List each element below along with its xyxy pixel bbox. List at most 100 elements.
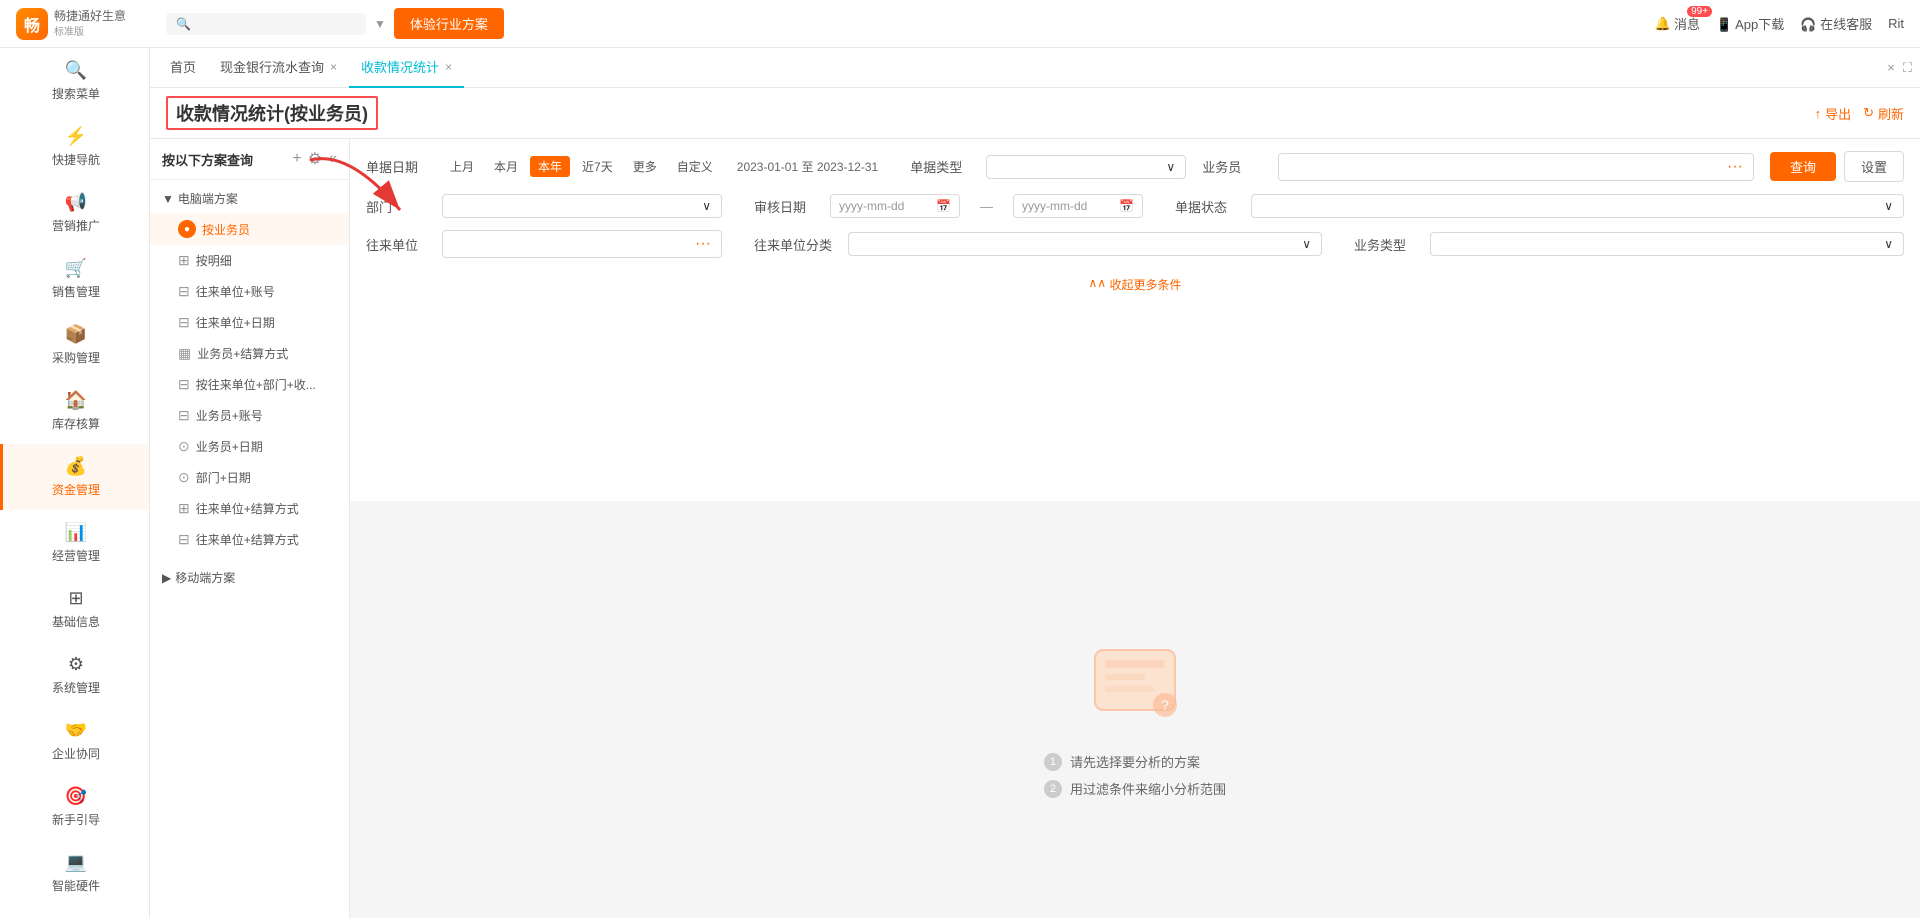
tip-num-1: 1 <box>1044 753 1062 771</box>
notification-area[interactable]: 🔔 消息 99+ <box>1655 14 1700 33</box>
scheme-item-salesperson-date[interactable]: ⊙ 业务员+日期 <box>150 431 349 462</box>
sidebar: 🔍 搜索菜单 ⚡ 快捷导航 📢 营销推广 🛒 销售管理 📦 采购管理 🏠 库存核… <box>0 48 150 918</box>
sidebar-item-collab[interactable]: 🤝 企业协同 <box>0 708 149 774</box>
sales-icon: 🛒 <box>65 258 87 279</box>
trial-btn[interactable]: 体验行业方案 <box>394 8 504 39</box>
scheme-section-desktop-title[interactable]: ▼ 电脑端方案 <box>150 184 349 213</box>
counterpart-category-label: 往来单位分类 <box>754 235 832 254</box>
scheme-panel: 按以下方案查询 + ⚙ « ▼ 电脑端方案 ● <box>150 139 350 918</box>
scheme-item-dept-date[interactable]: ⊙ 部门+日期 <box>150 462 349 493</box>
date-tab-7days[interactable]: 近7天 <box>574 156 621 177</box>
sidebar-item-system[interactable]: ⚙ 系统管理 <box>0 642 149 708</box>
main-content-wrapper: 按以下方案查询 + ⚙ « ▼ 电脑端方案 ● <box>150 139 1920 918</box>
salesperson-more-icon[interactable]: ··· <box>1727 158 1743 176</box>
collapse-row[interactable]: ∧∧ 收起更多条件 <box>366 270 1904 299</box>
sidebar-item-sales[interactable]: 🛒 销售管理 <box>0 246 149 312</box>
review-date-from[interactable]: yyyy-mm-dd 📅 <box>830 194 960 218</box>
scheme-item-salesperson[interactable]: ● 按业务员 <box>150 213 349 245</box>
filter-area: 单据日期 上月 本月 本年 近7天 更多 自定义 2023-01-01 至 20… <box>350 139 1920 501</box>
online-service[interactable]: 🎧 在线客服 <box>1800 14 1872 33</box>
collapse-icon: ∧∧ <box>1089 276 1107 293</box>
tab-bank-flow[interactable]: 现金银行流水查询 × <box>208 48 349 88</box>
salesperson-select[interactable]: ··· <box>1278 153 1754 181</box>
date-tab-custom[interactable]: 自定义 <box>669 156 721 177</box>
sidebar-item-marketing[interactable]: 📢 营销推广 <box>0 180 149 246</box>
scheme-item-salesperson-settle[interactable]: ▦ 业务员+结算方式 <box>150 338 349 369</box>
tab-close-receipt[interactable]: × <box>445 60 452 74</box>
date-tab-more[interactable]: 更多 <box>625 156 665 177</box>
query-btn[interactable]: 查询 <box>1770 152 1836 181</box>
partner-settle1-icon: ⊞ <box>178 500 190 517</box>
setting-btn[interactable]: 设置 <box>1844 151 1904 182</box>
search-bar[interactable]: 🔍 <box>166 13 366 35</box>
content-area: 首页 现金银行流水查询 × 收款情况统计 × × ⛶ 收款情况统计(按业务员) <box>150 48 1920 918</box>
basic-info-icon: ⊞ <box>68 588 83 609</box>
biz-type-select[interactable]: ∨ <box>1430 232 1904 256</box>
logo-icon: 畅 <box>16 8 48 40</box>
counterpart-category-select[interactable]: ∨ <box>848 232 1322 256</box>
close-all-tabs-icon[interactable]: × <box>1887 60 1895 75</box>
date-separator: — <box>976 199 997 214</box>
scheme-add-icon[interactable]: + <box>292 150 301 168</box>
sidebar-item-quicknav[interactable]: ⚡ 快捷导航 <box>0 114 149 180</box>
collapse-label: 收起更多条件 <box>1109 276 1181 293</box>
search-icon: 🔍 <box>176 17 191 31</box>
sidebar-item-operations[interactable]: 📊 经营管理 <box>0 510 149 576</box>
scheme-item-salesperson-account[interactable]: ⊟ 业务员+账号 <box>150 400 349 431</box>
scheme-header: 按以下方案查询 + ⚙ « <box>150 139 349 180</box>
doc-type-select[interactable]: ∨ <box>986 155 1186 179</box>
scheme-item-detail[interactable]: ⊞ 按明细 <box>150 245 349 276</box>
date-tab-this-year[interactable]: 本年 <box>530 156 570 177</box>
date-tab-last-month[interactable]: 上月 <box>442 156 482 177</box>
sidebar-item-search[interactable]: 🔍 搜索菜单 <box>0 48 149 114</box>
scheme-item-partner-dept[interactable]: ⊟ 按往来单位+部门+收... <box>150 369 349 400</box>
scheme-item-partner-settle2[interactable]: ⊟ 往来单位+结算方式 <box>150 524 349 555</box>
tab-close-bank[interactable]: × <box>330 60 337 74</box>
maximize-icon[interactable]: ⛶ <box>1903 60 1912 76</box>
scheme-item-partner-date[interactable]: ⊟ 往来单位+日期 <box>150 307 349 338</box>
export-icon: ↑ <box>1815 106 1822 121</box>
sidebar-item-basic-info[interactable]: ⊞ 基础信息 <box>0 576 149 642</box>
counterpart-label: 往来单位 <box>366 235 426 254</box>
sidebar-item-guide[interactable]: 🎯 新手引导 <box>0 774 149 840</box>
right-panel: 单据日期 上月 本月 本年 近7天 更多 自定义 2023-01-01 至 20… <box>350 139 1920 918</box>
tip-text-2: 用过滤条件来缩小分析范围 <box>1070 779 1226 798</box>
refresh-btn[interactable]: ↻ 刷新 <box>1863 104 1904 123</box>
dept-select[interactable]: ∨ <box>442 194 722 218</box>
sidebar-item-label: 营销推广 <box>52 217 100 234</box>
sidebar-item-label: 快捷导航 <box>52 151 100 168</box>
tab-home[interactable]: 首页 <box>158 48 208 88</box>
download-icon: 📱 <box>1716 17 1732 32</box>
scheme-section-mobile-title[interactable]: ▶ 移动端方案 <box>150 563 349 592</box>
scheme-item-partner-account[interactable]: ⊟ 往来单位+账号 <box>150 276 349 307</box>
scheme-item-partner-settle1[interactable]: ⊞ 往来单位+结算方式 <box>150 493 349 524</box>
tab-actions: × ⛶ <box>1887 60 1912 76</box>
sidebar-item-finance[interactable]: 💰 资金管理 <box>0 444 149 510</box>
operations-icon: 📊 <box>65 522 87 543</box>
scheme-settings-icon[interactable]: ⚙ <box>308 149 322 169</box>
doc-status-select[interactable]: ∨ <box>1251 194 1904 218</box>
counterpart-select[interactable]: ··· <box>442 230 722 258</box>
detail-icon: ⊞ <box>178 252 190 269</box>
quicknav-icon: ⚡ <box>65 126 87 147</box>
tab-receipt-stats[interactable]: 收款情况统计 × <box>349 48 464 88</box>
export-btn[interactable]: ↑ 导出 <box>1815 104 1852 123</box>
category-chevron-icon: ∨ <box>1302 237 1311 251</box>
partner-date-icon: ⊟ <box>178 314 190 331</box>
user-name[interactable]: Rit <box>1888 16 1904 31</box>
sidebar-item-inventory[interactable]: 🏠 库存核算 <box>0 378 149 444</box>
search-icon: 🔍 <box>65 60 87 81</box>
review-date-to[interactable]: yyyy-mm-dd 📅 <box>1013 194 1143 218</box>
app-download[interactable]: 📱 App下载 <box>1716 14 1784 33</box>
sidebar-item-hardware[interactable]: 💻 智能硬件 <box>0 840 149 906</box>
refresh-icon: ↻ <box>1863 105 1874 121</box>
main-layout: 🔍 搜索菜单 ⚡ 快捷导航 📢 营销推广 🛒 销售管理 📦 采购管理 🏠 库存核… <box>0 48 1920 918</box>
scheme-collapse-icon[interactable]: « <box>328 150 337 168</box>
counterpart-more-icon[interactable]: ··· <box>695 235 711 253</box>
service-icon: 🎧 <box>1800 17 1816 32</box>
sidebar-item-label: 搜索菜单 <box>52 85 100 102</box>
date-tab-this-month[interactable]: 本月 <box>486 156 526 177</box>
sidebar-item-purchase[interactable]: 📦 采购管理 <box>0 312 149 378</box>
tip-num-2: 2 <box>1044 780 1062 798</box>
sidebar-item-wechat[interactable]: 💬 企业微信 <box>0 906 149 918</box>
